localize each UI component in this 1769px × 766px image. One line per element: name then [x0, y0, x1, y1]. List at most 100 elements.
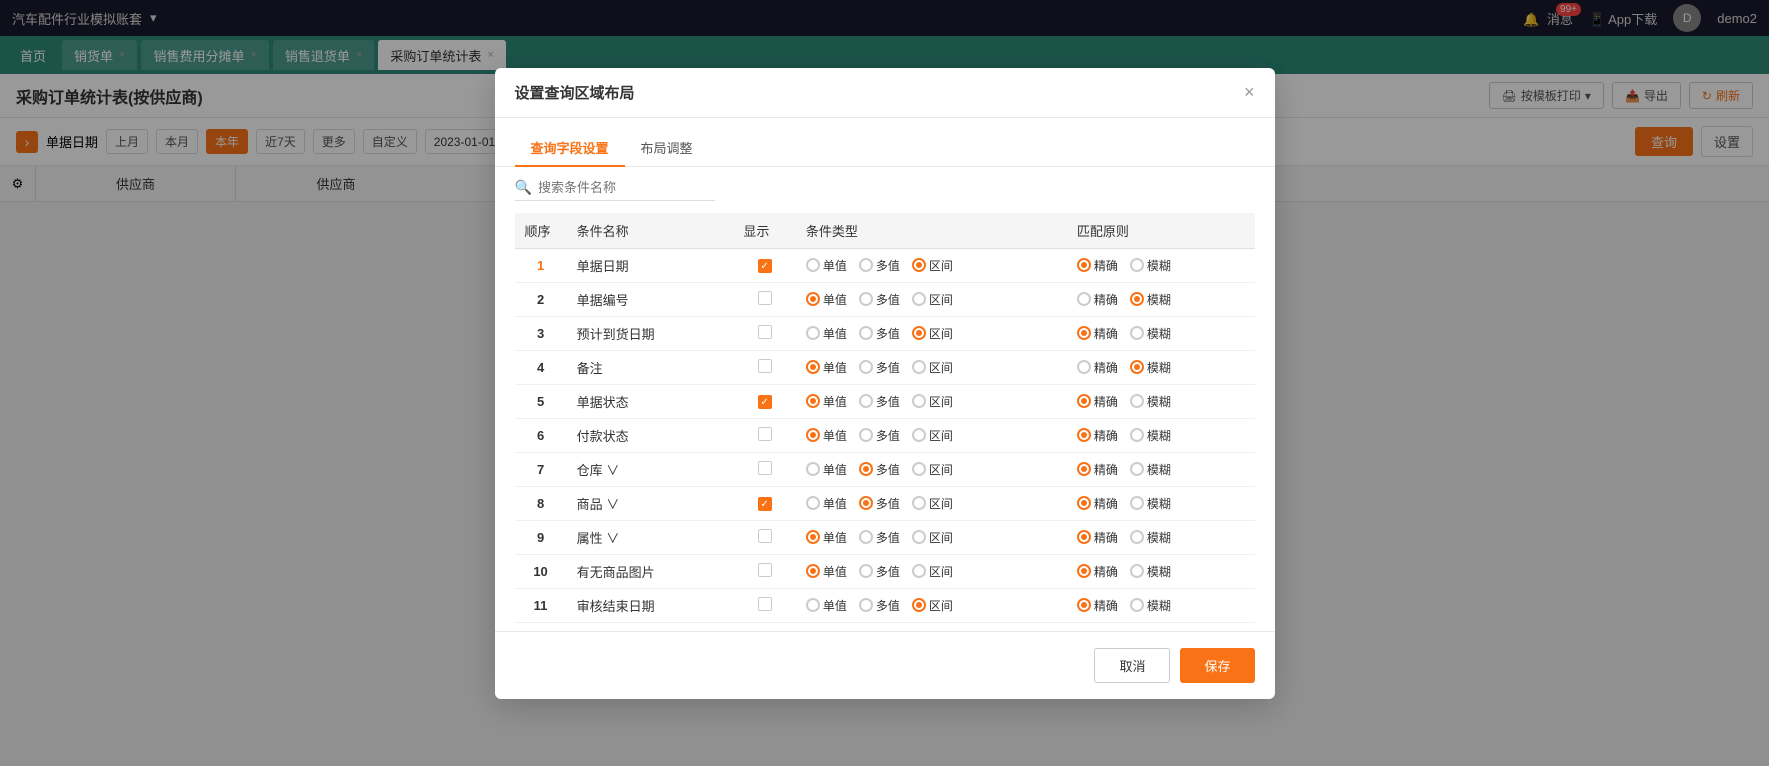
modal-close-button[interactable]: × — [1244, 83, 1255, 101]
radio-item-match[interactable]: 精确 — [1077, 291, 1118, 308]
radio-item-type[interactable]: 区间 — [912, 461, 953, 478]
row-display-checkbox[interactable] — [733, 588, 796, 622]
row-display-checkbox[interactable]: ✓ — [733, 248, 796, 282]
radio-item-type[interactable]: 区间 — [912, 427, 953, 444]
checkbox[interactable] — [758, 291, 772, 305]
row-display-checkbox[interactable] — [733, 554, 796, 588]
radio-item-type[interactable]: 区间 — [912, 495, 953, 512]
row-type-options: 单值多值区间 — [796, 418, 1067, 452]
row-display-checkbox[interactable]: ✓ — [733, 486, 796, 520]
radio-item-type[interactable]: 区间 — [912, 359, 953, 376]
radio-item-type[interactable]: 多值 — [859, 597, 900, 614]
radio-label-type: 多值 — [876, 495, 900, 512]
table-row: 11审核结束日期单值多值区间精确模糊 — [515, 588, 1255, 622]
radio-item-match[interactable]: 精确 — [1077, 529, 1118, 546]
row-condition-name: 备注 — [567, 350, 734, 384]
radio-item-match[interactable]: 模糊 — [1130, 359, 1171, 376]
radio-item-match[interactable]: 精确 — [1077, 257, 1118, 274]
radio-item-match[interactable]: 模糊 — [1130, 495, 1171, 512]
radio-item-type[interactable]: 多值 — [859, 529, 900, 546]
radio-item-match[interactable]: 精确 — [1077, 359, 1118, 376]
checkbox[interactable] — [758, 563, 772, 577]
radio-item-type[interactable]: 区间 — [912, 597, 953, 614]
radio-item-type[interactable]: 多值 — [859, 427, 900, 444]
radio-item-type[interactable]: 多值 — [859, 495, 900, 512]
row-display-checkbox[interactable] — [733, 452, 796, 486]
checkbox[interactable] — [758, 359, 772, 373]
row-type-options: 单值多值区间 — [796, 282, 1067, 316]
radio-item-match[interactable]: 模糊 — [1130, 529, 1171, 546]
radio-item-type[interactable]: 多值 — [859, 291, 900, 308]
radio-item-type[interactable]: 区间 — [912, 257, 953, 274]
radio-item-match[interactable]: 精确 — [1077, 461, 1118, 478]
checkbox[interactable] — [758, 597, 772, 611]
radio-item-type[interactable]: 多值 — [859, 359, 900, 376]
radio-item-match[interactable]: 模糊 — [1130, 393, 1171, 410]
radio-item-type[interactable]: 区间 — [912, 563, 953, 580]
checkbox[interactable] — [758, 461, 772, 475]
radio-circle-match — [1077, 258, 1091, 272]
row-display-checkbox[interactable] — [733, 282, 796, 316]
radio-item-match[interactable]: 精确 — [1077, 597, 1118, 614]
radio-circle-type — [912, 462, 926, 476]
checkbox[interactable]: ✓ — [758, 497, 772, 511]
radio-item-type[interactable]: 单值 — [806, 529, 847, 546]
radio-item-type[interactable]: 区间 — [912, 529, 953, 546]
save-button[interactable]: 保存 — [1180, 648, 1254, 683]
radio-item-type[interactable]: 单值 — [806, 359, 847, 376]
radio-item-match[interactable]: 模糊 — [1130, 291, 1171, 308]
radio-item-match[interactable]: 精确 — [1077, 563, 1118, 580]
radio-label-type: 多值 — [876, 563, 900, 580]
radio-item-type[interactable]: 单值 — [806, 427, 847, 444]
row-display-checkbox[interactable] — [733, 316, 796, 350]
checkbox[interactable] — [758, 325, 772, 339]
radio-item-type[interactable]: 区间 — [912, 393, 953, 410]
radio-item-match[interactable]: 精确 — [1077, 325, 1118, 342]
radio-item-match[interactable]: 模糊 — [1130, 427, 1171, 444]
search-input[interactable] — [538, 180, 698, 195]
row-type-options: 单值多值区间 — [796, 520, 1067, 554]
radio-item-match[interactable]: 模糊 — [1130, 257, 1171, 274]
radio-item-type[interactable]: 单值 — [806, 393, 847, 410]
radio-label-type: 多值 — [876, 257, 900, 274]
checkbox[interactable]: ✓ — [758, 259, 772, 273]
radio-item-type[interactable]: 单值 — [806, 325, 847, 342]
checkbox[interactable]: ✓ — [758, 395, 772, 409]
radio-item-match[interactable]: 模糊 — [1130, 325, 1171, 342]
radio-item-type[interactable]: 单值 — [806, 563, 847, 580]
radio-circle-type — [859, 394, 873, 408]
row-order: 11 — [515, 588, 567, 622]
radio-item-type[interactable]: 多值 — [859, 563, 900, 580]
th-type: 条件类型 — [796, 213, 1067, 249]
radio-item-match[interactable]: 模糊 — [1130, 563, 1171, 580]
table-header: 顺序 条件名称 显示 条件类型 匹配原则 — [515, 213, 1255, 249]
radio-item-type[interactable]: 多值 — [859, 393, 900, 410]
radio-item-type[interactable]: 区间 — [912, 291, 953, 308]
checkbox[interactable] — [758, 529, 772, 543]
radio-item-match[interactable]: 模糊 — [1130, 597, 1171, 614]
radio-item-type[interactable]: 多值 — [859, 325, 900, 342]
radio-item-match[interactable]: 精确 — [1077, 393, 1118, 410]
modal-tab-layout-adjust[interactable]: 布局调整 — [625, 130, 709, 167]
cancel-button[interactable]: 取消 — [1094, 648, 1170, 683]
radio-item-type[interactable]: 单值 — [806, 291, 847, 308]
radio-item-match[interactable]: 精确 — [1077, 495, 1118, 512]
radio-item-type[interactable]: 单值 — [806, 461, 847, 478]
radio-item-match[interactable]: 精确 — [1077, 427, 1118, 444]
row-display-checkbox[interactable] — [733, 418, 796, 452]
radio-label-type: 单值 — [823, 563, 847, 580]
checkbox[interactable] — [758, 427, 772, 441]
radio-item-type[interactable]: 单值 — [806, 495, 847, 512]
row-display-checkbox[interactable] — [733, 350, 796, 384]
row-display-checkbox[interactable]: ✓ — [733, 384, 796, 418]
radio-item-type[interactable]: 单值 — [806, 597, 847, 614]
radio-item-match[interactable]: 模糊 — [1130, 461, 1171, 478]
radio-label-match: 精确 — [1094, 393, 1118, 410]
radio-item-type[interactable]: 单值 — [806, 257, 847, 274]
row-display-checkbox[interactable] — [733, 520, 796, 554]
radio-item-type[interactable]: 区间 — [912, 325, 953, 342]
radio-label-type: 单值 — [823, 597, 847, 614]
modal-tab-query-fields[interactable]: 查询字段设置 — [515, 130, 625, 167]
radio-item-type[interactable]: 多值 — [859, 461, 900, 478]
radio-item-type[interactable]: 多值 — [859, 257, 900, 274]
